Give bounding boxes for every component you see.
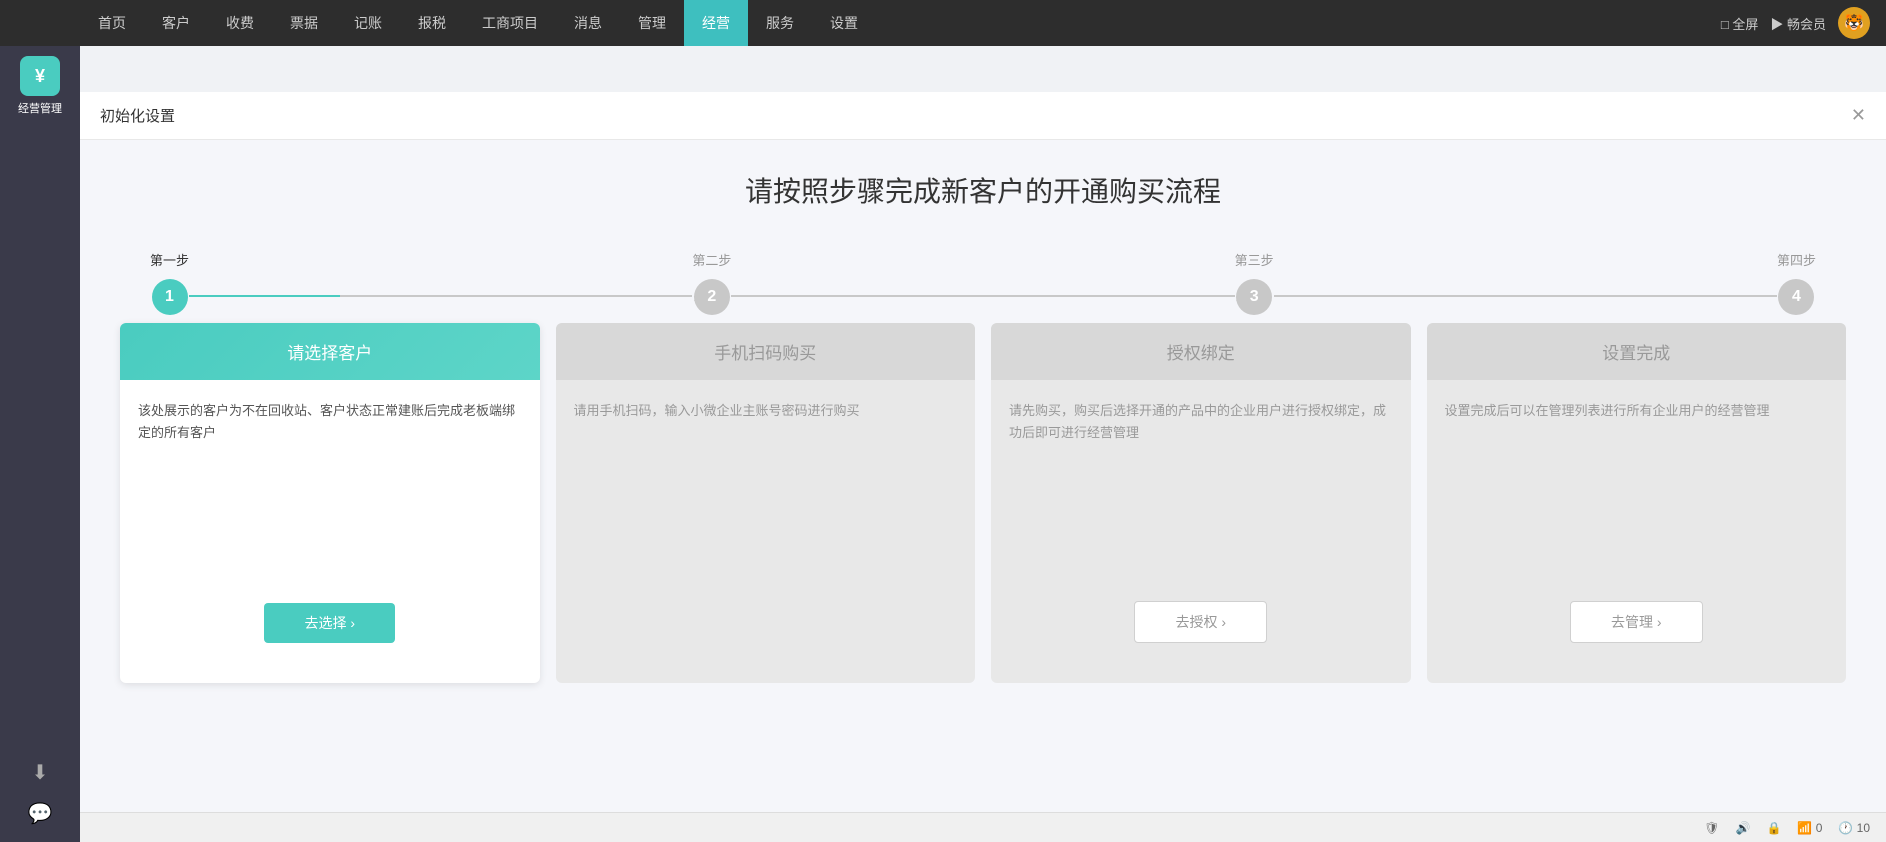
nav-item-customer[interactable]: 客户: [144, 0, 208, 46]
nav-item-tax[interactable]: 报税: [400, 0, 464, 46]
status-bar: ▶ 完成 🛡 🔊 🔒 📶 0 🕐 10: [0, 812, 1886, 842]
sidebar: ¥ 经营管理 ⬇ 💬: [0, 46, 80, 842]
nav-item-fee[interactable]: 收费: [208, 0, 272, 46]
sub-header: 初始化设置 ✕: [80, 92, 1886, 140]
step-4-card: 设置完成 设置完成后可以在管理列表进行所有企业用户的经营管理 去管理 ›: [1427, 323, 1847, 683]
member-button[interactable]: ▶ 畅会员: [1770, 14, 1826, 33]
top-nav-right: □ 全屏 ▶ 畅会员 🐯: [1721, 7, 1886, 39]
sidebar-app-title: 经营管理: [18, 100, 62, 116]
step-3-card-body: 请先购买，购买后选择开通的产品中的企业用户进行授权绑定，成功后即可进行经营管理 …: [991, 380, 1411, 683]
arrow-2-3: ›: [1236, 291, 1240, 305]
step-2-card-desc: 请用手机扫码，输入小微企业主账号密码进行购买: [574, 400, 958, 663]
step-3-card-header: 授权绑定: [991, 323, 1411, 380]
step-3-card-desc: 请先购买，购买后选择开通的产品中的企业用户进行授权绑定，成功后即可进行经营管理: [1009, 400, 1393, 581]
arrow-3-4: ›: [1778, 291, 1782, 305]
step-3-indicator: 第三步 3: [1235, 250, 1274, 315]
step-2-circle: 2: [694, 279, 730, 315]
network-icon: 📶 0: [1797, 821, 1822, 835]
sidebar-download-icon[interactable]: ⬇: [32, 760, 49, 785]
step-3-action-button[interactable]: 去授权 ›: [1134, 601, 1267, 643]
step-1-circle: 1: [152, 279, 188, 315]
step-1-card-desc: 该处展示的客户为不在回收站、客户状态正常建账后完成老板端绑定的所有客户: [138, 400, 522, 583]
step-2-card-body: 请用手机扫码，输入小微企业主账号密码进行购买: [556, 380, 976, 683]
top-navigation: 首页 客户 收费 票据 记账 报税 工商项目 消息 管理 经营 服务 设置 □ …: [0, 0, 1886, 46]
sub-header-title: 初始化设置: [100, 105, 175, 126]
step-1-action-button[interactable]: 去选择 ›: [264, 603, 395, 643]
arrow-1-2: ›: [693, 291, 697, 305]
step-2-card: 手机扫码购买 请用手机扫码，输入小微企业主账号密码进行购买: [556, 323, 976, 683]
step-1-card-body: 该处展示的客户为不在回收站、客户状态正常建账后完成老板端绑定的所有客户 去选择 …: [120, 380, 540, 683]
step-1-card-header: 请选择客户: [120, 323, 540, 380]
sidebar-bottom-icons: ⬇ 💬: [28, 760, 53, 842]
nav-item-home[interactable]: 首页: [80, 0, 144, 46]
page-body: 请按照步骤完成新客户的开通购买流程 第一步 1 › 第二步 2 ›: [80, 140, 1886, 812]
sidebar-logo: ¥: [20, 56, 60, 96]
step-4-card-body: 设置完成后可以在管理列表进行所有企业用户的经营管理 去管理 ›: [1427, 380, 1847, 683]
step-1-indicator: 第一步 1: [150, 250, 189, 315]
nav-item-operation[interactable]: 经营: [684, 0, 748, 46]
connector-3-4: ›: [1274, 295, 1777, 297]
step-4-card-action: 去管理 ›: [1445, 601, 1829, 663]
steps-wrapper: 第一步 1 › 第二步 2 › 第三步 3 ›: [120, 250, 1846, 683]
step-3-label: 第三步: [1235, 250, 1274, 269]
nav-item-settings[interactable]: 设置: [812, 0, 876, 46]
nav-item-invoice[interactable]: 票据: [272, 0, 336, 46]
volume-icon: 🔊: [1736, 821, 1751, 835]
nav-item-manage[interactable]: 管理: [620, 0, 684, 46]
step-1-label: 第一步: [150, 250, 189, 269]
page-title: 请按照步骤完成新客户的开通购买流程: [120, 170, 1846, 210]
step-4-indicator: 第四步 4: [1777, 250, 1816, 315]
step-4-card-desc: 设置完成后可以在管理列表进行所有企业用户的经营管理: [1445, 400, 1829, 581]
step-1-card-action: 去选择 ›: [138, 603, 522, 663]
nav-item-bizproject[interactable]: 工商项目: [464, 0, 556, 46]
step-4-label: 第四步: [1777, 250, 1816, 269]
connector-1-2: ›: [189, 295, 692, 297]
steps-cards: 请选择客户 该处展示的客户为不在回收站、客户状态正常建账后完成老板端绑定的所有客…: [120, 323, 1846, 683]
step-4-card-header: 设置完成: [1427, 323, 1847, 380]
nav-item-bookkeeping[interactable]: 记账: [336, 0, 400, 46]
step-4-circle: 4: [1778, 279, 1814, 315]
clock-icon: 🕐 10: [1838, 821, 1870, 835]
step-3-circle: 3: [1236, 279, 1272, 315]
close-button[interactable]: ✕: [1851, 105, 1866, 126]
shield-icon: 🛡: [1704, 821, 1719, 835]
step-2-card-header: 手机扫码购买: [556, 323, 976, 380]
connector-2-3: ›: [731, 295, 1234, 297]
user-avatar[interactable]: 🐯: [1838, 7, 1870, 39]
step-1-card: 请选择客户 该处展示的客户为不在回收站、客户状态正常建账后完成老板端绑定的所有客…: [120, 323, 540, 683]
step-4-action-button[interactable]: 去管理 ›: [1570, 601, 1703, 643]
step-2-indicator: 第二步 2: [692, 250, 731, 315]
sidebar-support-icon[interactable]: 💬: [28, 801, 53, 826]
fullscreen-button[interactable]: □ 全屏: [1721, 14, 1758, 33]
nav-item-service[interactable]: 服务: [748, 0, 812, 46]
step-3-card: 授权绑定 请先购买，购买后选择开通的产品中的企业用户进行授权绑定，成功后即可进行…: [991, 323, 1411, 683]
status-bar-right: 🛡 🔊 🔒 📶 0 🕐 10: [1704, 821, 1870, 835]
step-3-card-action: 去授权 ›: [1009, 601, 1393, 663]
step-2-label: 第二步: [692, 250, 731, 269]
main-content: 初始化设置 ✕ 请按照步骤完成新客户的开通购买流程 第一步 1 › 第二步 2: [80, 92, 1886, 812]
nav-item-message[interactable]: 消息: [556, 0, 620, 46]
steps-top-row: 第一步 1 › 第二步 2 › 第三步 3 ›: [120, 250, 1846, 315]
lock-icon: 🔒: [1766, 821, 1781, 835]
